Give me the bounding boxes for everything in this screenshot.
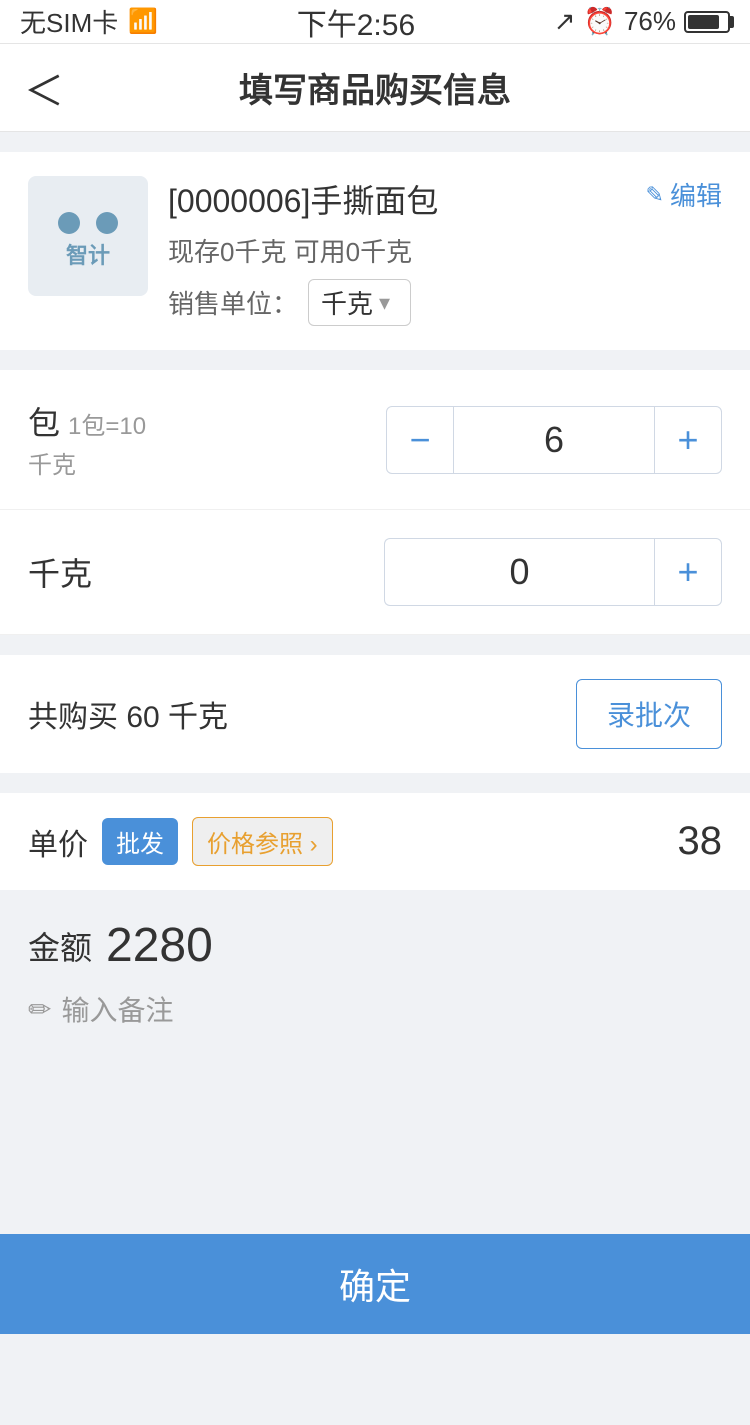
pencil-icon: ✏ [28,993,51,1026]
bao-minus-button[interactable]: − [386,406,454,474]
location-icon: ↗ [554,6,576,37]
chevron-down-icon: ▾ [379,290,390,316]
owl-eye-right [96,212,118,234]
product-image: 智计 [28,176,148,296]
battery-label: 76% [624,6,676,37]
owl-text: 智计 [58,238,118,270]
note-row[interactable]: ✏ 输入备注 [28,989,722,1029]
product-section: 智计 [0000006]手撕面包 现存0千克 可用0千克 销售单位： 千克 ▾ … [0,152,750,350]
price-value: 38 [678,819,723,864]
price-label: 单价 [28,820,88,864]
back-button[interactable]: ＜ [24,59,64,117]
amount-section: 金额 2280 ✏ 输入备注 [0,890,750,1045]
kg-label: 千克 [28,549,168,595]
summary-row: 共购买 60 千克 录批次 [0,655,750,773]
unit-label: 销售单位： [168,284,298,321]
amount-value: 2280 [106,918,213,973]
unit-value: 千克 [321,284,373,321]
product-unit-row: 销售单位： 千克 ▾ [168,279,722,326]
nav-bar: ＜ 填写商品购买信息 [0,44,750,132]
carrier-label: 无SIM卡 [20,3,118,40]
kg-plus-button[interactable]: + [654,538,722,606]
price-ref-button[interactable]: 价格参照 › [192,817,333,866]
bao-input[interactable] [454,406,654,474]
battery-icon [684,11,730,33]
price-section: 单价 批发 价格参照 › 38 [0,793,750,890]
summary-text: 共购买 60 千克 [28,692,228,736]
amount-label: 金额 [28,923,92,969]
page-title: 填写商品购买信息 [239,63,511,112]
owl-eye-left [58,212,80,234]
bao-label: 包1包=10千克 [28,398,168,481]
edit-button[interactable]: ✎ 编辑 [646,176,722,213]
batch-button[interactable]: 录批次 [576,679,722,749]
input-section: 包1包=10千克 − + 千克 + [0,370,750,635]
price-tag-badge: 批发 [102,818,178,865]
kg-input[interactable] [384,538,654,606]
status-left: 无SIM卡 📶 [20,3,158,40]
bao-row: 包1包=10千克 − + [0,370,750,510]
wifi-icon: 📶 [128,7,158,36]
edit-label: 编辑 [670,176,722,213]
confirm-label: 确定 [339,1258,411,1310]
product-stock: 现存0千克 可用0千克 [168,232,722,269]
product-logo: 智计 [58,202,118,270]
edit-icon: ✎ [646,182,664,208]
product-info: [0000006]手撕面包 现存0千克 可用0千克 销售单位： 千克 ▾ [168,176,722,326]
product-name: [0000006]手撕面包 [168,176,722,222]
status-right: ↗ ⏰ 76% [554,6,730,37]
confirm-button[interactable]: 确定 [0,1234,750,1334]
bao-controls: − + [386,406,722,474]
price-row: 单价 批发 价格参照 › 38 [28,817,722,866]
unit-select[interactable]: 千克 ▾ [308,279,411,326]
note-placeholder: 输入备注 [61,989,173,1029]
kg-controls: + [384,538,722,606]
amount-row: 金额 2280 [28,918,722,973]
status-time: 下午2:56 [297,0,415,44]
kg-row: 千克 + [0,510,750,635]
bao-plus-button[interactable]: + [654,406,722,474]
status-bar: 无SIM卡 📶 下午2:56 ↗ ⏰ 76% [0,0,750,44]
alarm-icon: ⏰ [584,6,616,37]
